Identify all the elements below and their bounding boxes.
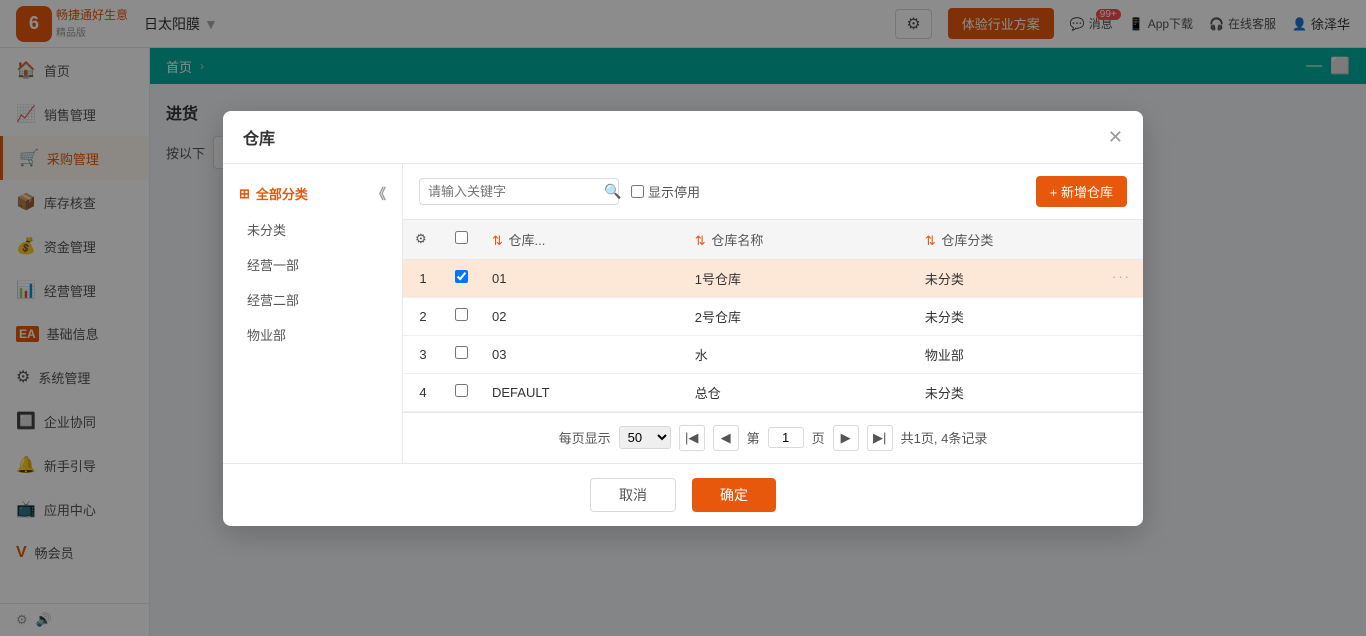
show-disabled-checkbox[interactable] (631, 185, 644, 198)
row-name: 1号仓库 (683, 259, 913, 297)
row-code: 02 (480, 297, 683, 335)
modal-table-wrap: ⚙ ⇅ 仓库... ⇅ (403, 220, 1143, 412)
table-row[interactable]: 4 DEFAULT 总仓 未分类 (403, 373, 1143, 411)
modal-toolbar: 🔍 显示停用 + 新增仓库 (403, 164, 1143, 220)
add-warehouse-btn[interactable]: + 新增仓库 (1036, 176, 1127, 207)
row-category: 未分类 (913, 373, 1143, 411)
row-checkbox[interactable] (455, 346, 468, 359)
table-row[interactable]: 2 02 2号仓库 未分类 (403, 297, 1143, 335)
row-checkbox[interactable] (455, 308, 468, 321)
page-unit: 页 (812, 428, 825, 447)
row-code: DEFAULT (480, 373, 683, 411)
sort-icon-name: ⇅ (695, 233, 706, 248)
warehouse-modal: 仓库 ✕ ⊞ 全部分类 《 未分类 经营一部 经营二部 (223, 111, 1143, 526)
modal-body: ⊞ 全部分类 《 未分类 经营一部 经营二部 物业部 (223, 164, 1143, 463)
row-index: 1 (403, 259, 443, 297)
row-checkbox[interactable] (455, 270, 468, 283)
row-index: 2 (403, 297, 443, 335)
category-item-2[interactable]: 经营二部 (223, 282, 402, 317)
cancel-btn[interactable]: 取消 (590, 478, 676, 512)
category-header: ⊞ 全部分类 《 (223, 176, 402, 212)
prev-page-btn[interactable]: ◀ (713, 425, 739, 451)
col-code: ⇅ 仓库... (480, 220, 683, 260)
sort-icon-code: ⇅ (492, 233, 503, 248)
row-index: 3 (403, 335, 443, 373)
modal-title: 仓库 (243, 125, 275, 149)
row-code: 01 (480, 259, 683, 297)
page-input[interactable] (768, 427, 804, 448)
row-action-dots[interactable]: ··· (1112, 269, 1131, 284)
page-size-select[interactable]: 50 10 20 100 (619, 426, 671, 449)
row-checkbox-cell (443, 297, 480, 335)
col-settings: ⚙ (403, 220, 443, 260)
category-item-0[interactable]: 未分类 (223, 212, 402, 247)
row-checkbox-cell (443, 335, 480, 373)
col-checkbox (443, 220, 480, 260)
category-header-label: 全部分类 (256, 184, 308, 203)
confirm-btn[interactable]: 确定 (692, 478, 776, 512)
row-checkbox-cell (443, 259, 480, 297)
show-disabled-label[interactable]: 显示停用 (631, 182, 700, 201)
show-disabled-text: 显示停用 (648, 182, 700, 201)
warehouse-table: ⚙ ⇅ 仓库... ⇅ (403, 220, 1143, 412)
table-row[interactable]: 3 03 水 物业部 (403, 335, 1143, 373)
row-category: 未分类 ··· (913, 259, 1143, 297)
row-name: 2号仓库 (683, 297, 913, 335)
table-header-row: ⚙ ⇅ 仓库... ⇅ (403, 220, 1143, 260)
modal-header: 仓库 ✕ (223, 111, 1143, 164)
modal-overlay: 仓库 ✕ ⊞ 全部分类 《 未分类 经营一部 经营二部 (0, 0, 1366, 636)
grid-icon: ⊞ (239, 186, 250, 202)
next-page-btn[interactable]: ▶ (833, 425, 859, 451)
row-name: 水 (683, 335, 913, 373)
row-category: 未分类 (913, 297, 1143, 335)
row-checkbox-cell (443, 373, 480, 411)
category-item-1[interactable]: 经营一部 (223, 247, 402, 282)
row-name: 总仓 (683, 373, 913, 411)
collapse-btn[interactable]: 《 (372, 184, 386, 204)
pagination: 每页显示 50 10 20 100 |◀ ◀ 第 页 ▶ ▶| 共1页, 4条记… (403, 412, 1143, 463)
table-gear-icon[interactable]: ⚙ (415, 231, 427, 246)
last-page-btn[interactable]: ▶| (867, 425, 893, 451)
row-category: 物业部 (913, 335, 1143, 373)
row-index: 4 (403, 373, 443, 411)
sort-icon-category: ⇅ (925, 233, 936, 248)
search-box: 🔍 (419, 178, 619, 205)
table-row[interactable]: 1 01 1号仓库 未分类 ··· (403, 259, 1143, 297)
page-label: 第 (747, 428, 760, 447)
search-input[interactable] (428, 184, 604, 199)
row-checkbox[interactable] (455, 384, 468, 397)
per-page-label: 每页显示 (559, 428, 611, 447)
search-icon[interactable]: 🔍 (604, 183, 621, 200)
modal-close-btn[interactable]: ✕ (1108, 128, 1123, 146)
modal-footer: 取消 确定 (223, 463, 1143, 526)
select-all-checkbox[interactable] (455, 231, 468, 244)
row-code: 03 (480, 335, 683, 373)
modal-left-panel: ⊞ 全部分类 《 未分类 经营一部 经营二部 物业部 (223, 164, 403, 463)
modal-right-panel: 🔍 显示停用 + 新增仓库 ⚙ (403, 164, 1143, 463)
category-item-3[interactable]: 物业部 (223, 317, 402, 352)
col-category: ⇅ 仓库分类 (913, 220, 1143, 260)
col-name: ⇅ 仓库名称 (683, 220, 913, 260)
total-text: 共1页, 4条记录 (901, 428, 988, 447)
first-page-btn[interactable]: |◀ (679, 425, 705, 451)
